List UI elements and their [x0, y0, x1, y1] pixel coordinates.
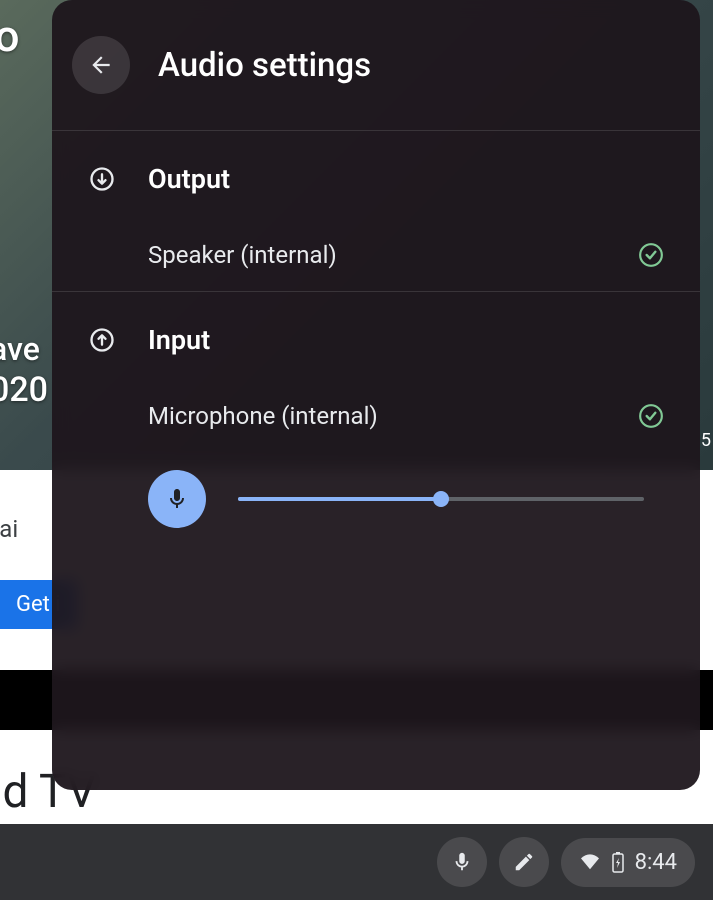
- status-tray[interactable]: 8:44: [561, 838, 695, 887]
- wifi-icon: [579, 853, 601, 871]
- bg-text-fragment: ertai: [0, 515, 18, 543]
- section-header-output: Output: [88, 131, 664, 219]
- mic-gain-slider[interactable]: [238, 497, 644, 501]
- output-heading: Output: [148, 163, 230, 195]
- check-circle-icon: [638, 242, 664, 268]
- bg-number-fragment: 5: [701, 430, 711, 451]
- mic-input-icon: [88, 326, 116, 354]
- status-time: 8:44: [635, 850, 677, 875]
- output-device-label: Speaker (internal): [148, 241, 337, 269]
- taskbar-pen-button[interactable]: [499, 837, 549, 887]
- microphone-icon: [451, 851, 473, 873]
- mic-toggle-button[interactable]: [148, 470, 206, 528]
- taskbar-mic-button[interactable]: [437, 837, 487, 887]
- input-device-option[interactable]: Microphone (internal): [88, 380, 664, 452]
- slider-thumb[interactable]: [433, 491, 449, 507]
- check-circle-icon: [638, 403, 664, 429]
- input-device-label: Microphone (internal): [148, 402, 378, 430]
- input-heading: Input: [148, 324, 210, 356]
- pen-icon: [513, 851, 535, 873]
- panel-title: Audio settings: [158, 46, 371, 85]
- bg-text-fragment: 020: [0, 370, 48, 410]
- headphones-output-icon: [88, 165, 116, 193]
- system-taskbar: 8:44: [0, 824, 713, 900]
- panel-header: Audio settings: [52, 0, 700, 130]
- input-section: Input Microphone (internal): [52, 292, 700, 548]
- arrow-left-icon: [88, 52, 114, 78]
- mic-gain-row: [88, 452, 664, 548]
- output-device-option[interactable]: Speaker (internal): [88, 219, 664, 291]
- bg-text-fragment: ave: [0, 330, 40, 368]
- back-button[interactable]: [72, 36, 130, 94]
- bg-text-fragment: e o: [0, 10, 19, 62]
- section-header-input: Input: [88, 292, 664, 380]
- slider-fill: [238, 497, 441, 501]
- microphone-icon: [165, 487, 189, 511]
- audio-settings-panel: Audio settings Output Speaker (internal): [52, 0, 700, 790]
- output-section: Output Speaker (internal): [52, 131, 700, 291]
- battery-charging-icon: [611, 851, 625, 873]
